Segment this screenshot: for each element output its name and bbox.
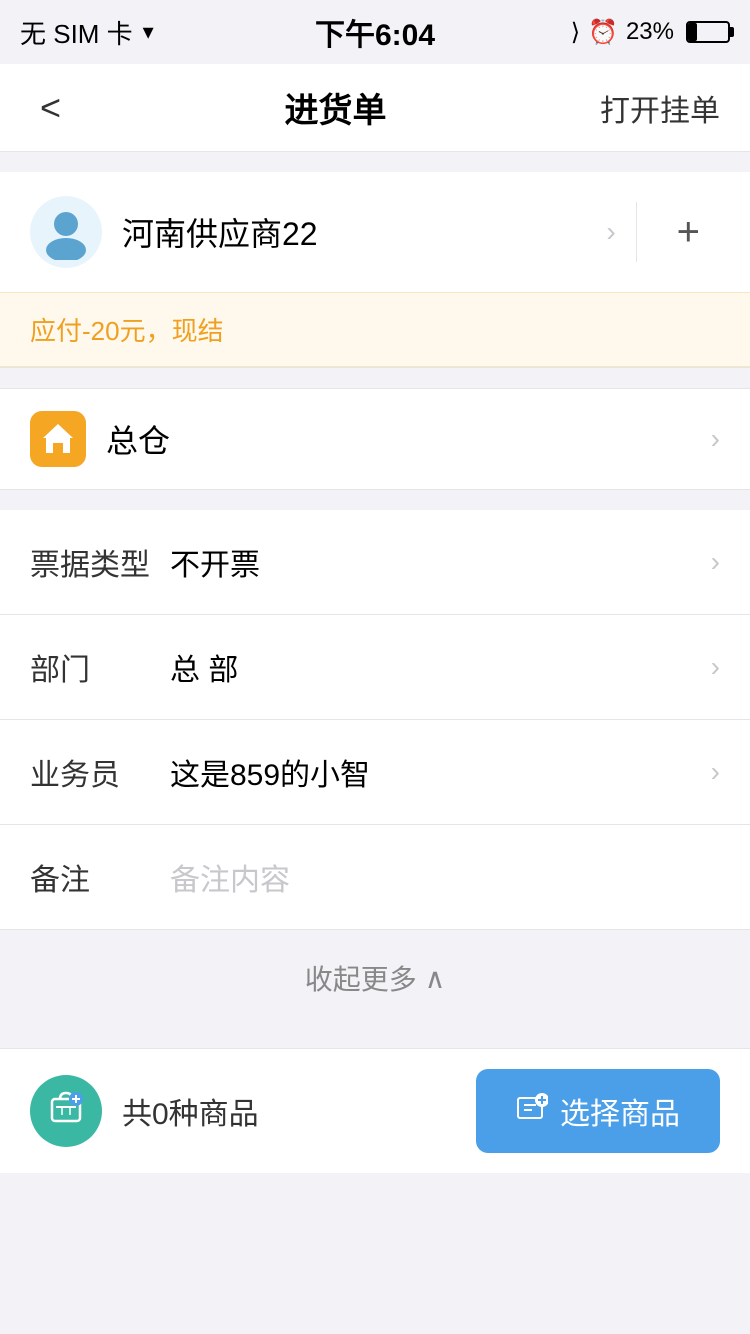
collapse-label: 收起更多 [305,958,417,998]
nav-bar: < 进货单 打开挂单 [0,64,750,152]
status-right: ⟩ ⏰ 23% [571,18,730,47]
open-pending-button[interactable]: 打开挂单 [600,86,720,130]
invoice-row[interactable]: 票据类型 不开票 › [0,510,750,615]
wifi-icon: ▾ [143,19,154,45]
collapse-button[interactable]: 收起更多 ∧ [0,930,750,1026]
notice-bar: 应付-20元，现结 [0,292,750,367]
remark-row[interactable]: 备注 备注内容 [0,825,750,930]
supplier-avatar [30,196,102,268]
supplier-chevron-icon: › [606,216,615,248]
location-icon: ⟩ [571,18,580,47]
person-icon [38,204,94,260]
product-count: 共0种商品 [122,1089,476,1133]
status-bar: 无 SIM 卡 ▾ 下午6:04 ⟩ ⏰ 23% [0,0,750,64]
divider [636,202,637,262]
alarm-icon: ⏰ [588,18,618,47]
page-title: 进货单 [285,83,387,132]
staff-chevron-icon: › [711,756,720,788]
shopping-bag-icon [48,1089,84,1125]
battery-label: 23% [626,18,674,46]
status-carrier: 无 SIM 卡 ▾ [20,14,154,51]
select-btn-label: 选择商品 [560,1089,680,1133]
battery-icon [686,21,730,43]
remark-label: 备注 [30,855,170,899]
department-row[interactable]: 部门 总 部 › [0,615,750,720]
back-button[interactable]: < [30,77,71,139]
supplier-row[interactable]: 河南供应商22 › + [0,172,750,292]
form-section: 票据类型 不开票 › 部门 总 部 › 业务员 这是859的小智 › 备注 备注… [0,510,750,930]
staff-row[interactable]: 业务员 这是859的小智 › [0,720,750,825]
add-product-icon [516,1092,548,1124]
status-time: 下午6:04 [315,10,435,54]
department-label: 部门 [30,645,170,689]
supplier-section: 河南供应商22 › + 应付-20元，现结 [0,172,750,368]
collapse-icon: ∧ [425,962,446,995]
warehouse-name: 总仓 [106,416,701,462]
bottom-bar: 共0种商品 选择商品 [0,1048,750,1173]
add-button[interactable]: + [657,200,720,265]
staff-value: 这是859的小智 [170,750,701,794]
remark-input[interactable]: 备注内容 [170,855,720,899]
department-chevron-icon: › [711,651,720,683]
cart-icon [48,1089,84,1134]
select-btn-icon [516,1092,548,1131]
house-icon [41,422,75,456]
invoice-value: 不开票 [170,540,701,584]
warehouse-chevron-icon: › [711,423,720,455]
section-gap-4 [0,1026,750,1046]
department-value: 总 部 [170,645,701,689]
warehouse-section: 总仓 › [0,388,750,490]
supplier-name: 河南供应商22 [122,209,596,255]
section-gap-1 [0,152,750,172]
section-gap-2 [0,368,750,388]
staff-label: 业务员 [30,750,170,794]
warehouse-icon [30,411,86,467]
invoice-label: 票据类型 [30,540,170,584]
section-gap-3 [0,490,750,510]
invoice-chevron-icon: › [711,546,720,578]
cart-icon-wrap [30,1075,102,1147]
select-product-button[interactable]: 选择商品 [476,1069,720,1153]
warehouse-row[interactable]: 总仓 › [0,388,750,489]
